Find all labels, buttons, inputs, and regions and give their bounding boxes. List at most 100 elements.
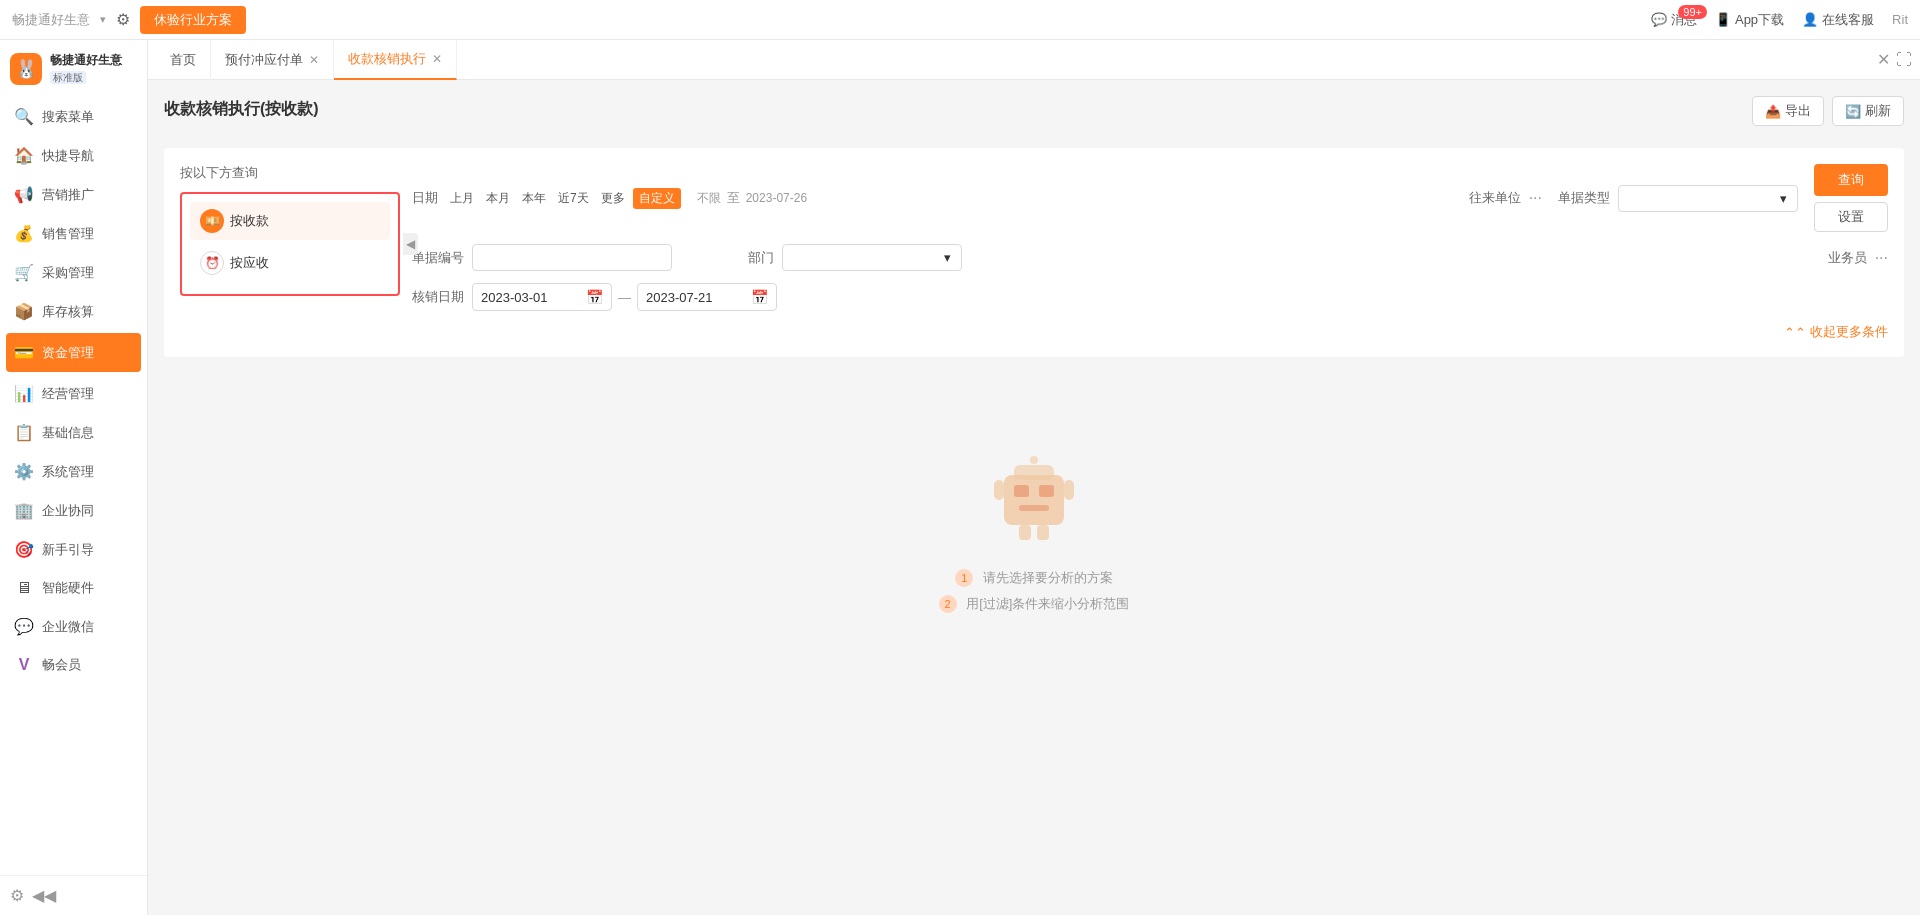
filter-collapse-button[interactable]: ◀	[403, 233, 418, 255]
sidebar-item-search[interactable]: 🔍 搜索菜单	[0, 97, 147, 136]
sidebar-item-quick-nav[interactable]: 🏠 快捷导航	[0, 136, 147, 175]
receipt-option-icon: 💴	[200, 209, 224, 233]
wechat-icon: 💬	[14, 617, 34, 636]
topbar: 畅捷通好生意 ▾ ⚙ 休验行业方案 💬 消息 99+ 📱 App下载 👤 在线客…	[0, 0, 1920, 40]
filter-doctype-field: 单据类型 ▾	[1558, 185, 1798, 212]
sidebar-item-guide[interactable]: 🎯 新手引导	[0, 530, 147, 569]
verify-date-end-input[interactable]: 2023-07-21 📅	[637, 283, 777, 311]
industry-btn[interactable]: 休验行业方案	[140, 6, 246, 34]
filter-panel: 按以下方查询 💴 按收款 ⏰ 按应收 ◀	[164, 148, 1904, 357]
sidebar-item-finance[interactable]: 💳 资金管理	[6, 333, 141, 372]
doctype-select[interactable]: ▾	[1618, 185, 1798, 212]
filter-date-field: 日期 上月 本月 本年 近7天 更多 自定义	[412, 188, 681, 209]
maximize-icon[interactable]: ⛶	[1896, 50, 1912, 69]
chevron-up-icon: ⌃⌃	[1784, 325, 1806, 340]
operation-icon: 📊	[14, 384, 34, 403]
tab-home[interactable]: 首页	[156, 40, 211, 80]
svg-rect-1	[1014, 485, 1029, 497]
verify-date-start-input[interactable]: 2023-03-01 📅	[472, 283, 612, 311]
sidebar-item-purchase[interactable]: 🛒 采购管理	[0, 253, 147, 292]
sidebar-item-member[interactable]: V 畅会员	[0, 646, 147, 684]
svg-point-9	[1030, 456, 1038, 464]
sidebar-settings-icon[interactable]: ⚙	[10, 886, 24, 905]
main-layout: 🐰 畅捷通好生意 标准版 🔍 搜索菜单 🏠 快捷导航 📢 营销推广 💰 销售管理…	[0, 40, 1920, 915]
hardware-icon: 🖥	[14, 579, 34, 597]
sidebar-item-inventory[interactable]: 📦 库存核算	[0, 292, 147, 331]
verify-date-range: 2023-03-01 📅 — 2023-07-21 📅	[472, 283, 777, 311]
svg-rect-5	[1064, 480, 1074, 500]
close-tab-icon[interactable]: ✕	[1877, 50, 1890, 69]
tab-prepay[interactable]: 预付冲应付单 ✕	[211, 40, 334, 80]
sales-ellipsis-icon[interactable]: ···	[1875, 249, 1888, 267]
date-btn-custom[interactable]: 自定义	[633, 188, 681, 209]
filter-docno-field: 单据编号	[412, 244, 672, 271]
sidebar-logo-name: 畅捷通好生意	[50, 52, 122, 69]
sidebar-item-basic[interactable]: 📋 基础信息	[0, 413, 147, 452]
doctype-label: 单据类型	[1558, 189, 1610, 207]
query-button[interactable]: 查询	[1814, 164, 1888, 196]
sidebar-item-wechat[interactable]: 💬 企业微信	[0, 607, 147, 646]
tab-close-prepay[interactable]: ✕	[309, 53, 319, 67]
sales-icon: 💰	[14, 224, 34, 243]
filter-option-by-receipt[interactable]: 💴 按收款	[190, 202, 390, 240]
svg-rect-3	[1019, 505, 1049, 511]
svg-rect-2	[1039, 485, 1054, 497]
message-icon: 💬	[1651, 12, 1667, 27]
calendar-start-icon: 📅	[586, 289, 603, 305]
filter-actions: 查询 设置	[1814, 164, 1888, 232]
svg-rect-8	[1014, 465, 1054, 480]
date-btn-7days[interactable]: 近7天	[554, 188, 593, 209]
topbar-online-service[interactable]: 👤 在线客服	[1802, 11, 1874, 29]
sidebar-collapse-icon[interactable]: ◀◀	[32, 886, 56, 905]
date-btn-this-year[interactable]: 本年	[518, 188, 550, 209]
system-icon: ⚙️	[14, 462, 34, 481]
settings-button[interactable]: 设置	[1814, 202, 1888, 232]
tabbar: 首页 预付冲应付单 ✕ 收款核销执行 ✕ ✕ ⛶	[148, 40, 1920, 80]
refresh-button[interactable]: 🔄 刷新	[1832, 96, 1904, 126]
empty-state: 1 请先选择要分析的方案 2 用[过滤]条件来缩小分析范围	[164, 365, 1904, 697]
dept-label: 部门	[748, 249, 774, 267]
guide-icon: 🎯	[14, 540, 34, 559]
dept-chevron-icon: ▾	[944, 250, 951, 265]
filter-counterpart-field: 往来单位 ···	[1469, 189, 1542, 207]
sidebar-item-system[interactable]: ⚙️ 系统管理	[0, 452, 147, 491]
docno-input[interactable]	[472, 244, 672, 271]
export-button[interactable]: 📤 导出	[1752, 96, 1824, 126]
topbar-message[interactable]: 💬 消息 99+	[1651, 11, 1697, 29]
sidebar-item-hardware[interactable]: 🖥 智能硬件	[0, 569, 147, 607]
topbar-gear-icon[interactable]: ⚙	[116, 10, 130, 29]
sidebar-logo: 🐰 畅捷通好生意 标准版	[0, 40, 147, 97]
topbar-app-download[interactable]: 📱 App下载	[1715, 11, 1784, 29]
counterpart-ellipsis-icon[interactable]: ···	[1529, 189, 1542, 207]
empty-hint-2: 2 用[过滤]条件来缩小分析范围	[939, 591, 1130, 617]
message-badge: 99+	[1678, 5, 1707, 19]
date-btn-more[interactable]: 更多	[597, 188, 629, 209]
date-btn-last-month[interactable]: 上月	[446, 188, 478, 209]
filter-sales-field: 业务员 ···	[1828, 249, 1888, 267]
search-icon: 🔍	[14, 107, 34, 126]
topbar-user[interactable]: Rit	[1892, 12, 1908, 27]
page-toolbar: 📤 导出 🔄 刷新	[1752, 96, 1904, 126]
sidebar-item-enterprise[interactable]: 🏢 企业协同	[0, 491, 147, 530]
inventory-icon: 📦	[14, 302, 34, 321]
collapse-conditions-btn[interactable]: ⌃⌃ 收起更多条件	[1784, 323, 1888, 341]
dept-select[interactable]: ▾	[782, 244, 962, 271]
tab-close-receipts[interactable]: ✕	[432, 52, 442, 66]
date-no-limit-text: 不限	[697, 190, 721, 207]
topbar-dropdown-arrow[interactable]: ▾	[100, 13, 106, 26]
sidebar-item-marketing[interactable]: 📢 营销推广	[0, 175, 147, 214]
calendar-end-icon: 📅	[751, 289, 768, 305]
sidebar-item-operation[interactable]: 📊 经营管理	[0, 374, 147, 413]
sidebar-item-sales[interactable]: 💰 销售管理	[0, 214, 147, 253]
app-icon: 📱	[1715, 12, 1731, 27]
filter-option-by-receivable[interactable]: ⏰ 按应收	[190, 244, 390, 282]
date-btn-this-month[interactable]: 本月	[482, 188, 514, 209]
tab-receipts[interactable]: 收款核销执行 ✕	[334, 40, 457, 80]
receivable-option-icon: ⏰	[200, 251, 224, 275]
enterprise-icon: 🏢	[14, 501, 34, 520]
date-label: 日期	[412, 189, 438, 207]
sidebar-logo-info: 畅捷通好生意 标准版	[50, 52, 122, 85]
export-icon: 📤	[1765, 104, 1781, 119]
purchase-icon: 🛒	[14, 263, 34, 282]
sales-label: 业务员	[1828, 249, 1867, 267]
